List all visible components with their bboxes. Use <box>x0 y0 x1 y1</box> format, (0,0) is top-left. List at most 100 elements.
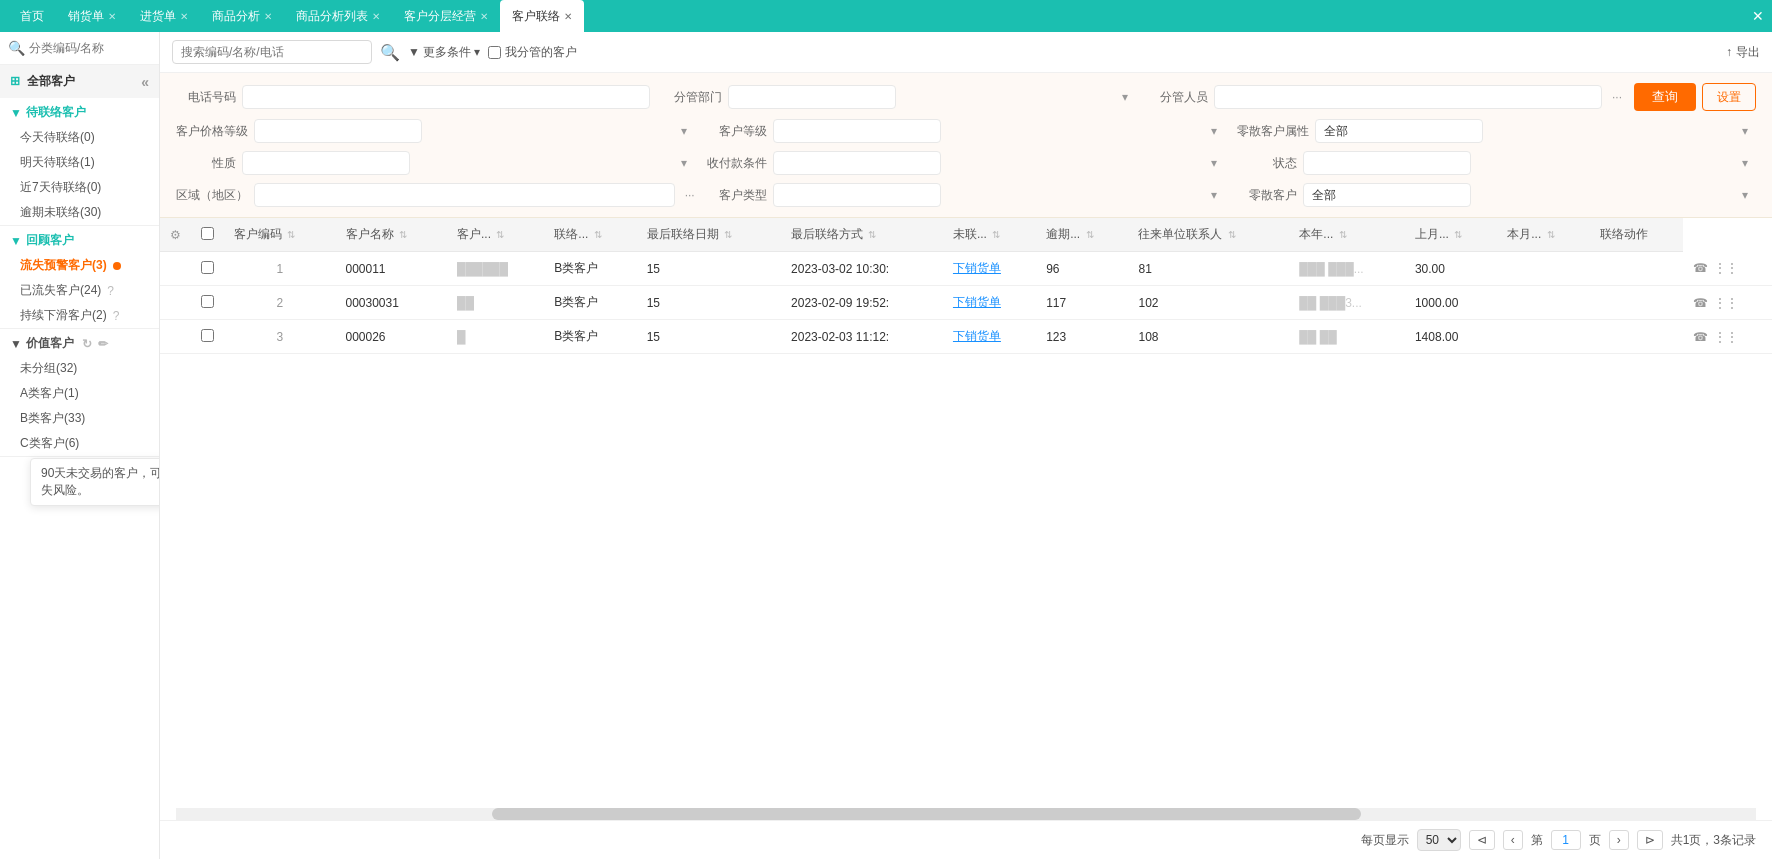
tab-purchase[interactable]: 进货单 ✕ <box>128 0 200 32</box>
page-number-input[interactable] <box>1551 830 1581 850</box>
sort-icon[interactable]: ⇅ <box>1086 229 1094 240</box>
page-size-select[interactable]: 50 <box>1417 829 1461 851</box>
scrollbar-thumb[interactable] <box>492 808 1361 820</box>
sidebar-item-7days[interactable]: 近7天待联络(0) <box>0 175 159 200</box>
sidebar-item-churned[interactable]: 已流失客户(24) ? <box>0 278 159 303</box>
row-checkbox[interactable] <box>201 295 214 308</box>
my-customers-checkbox-label[interactable]: 我分管的客户 <box>488 44 577 61</box>
row-this-year: 1000.00 <box>1405 286 1497 320</box>
last-page-button[interactable]: ⊳ <box>1637 830 1663 850</box>
horizontal-scrollbar[interactable] <box>176 808 1756 820</box>
next-page-button[interactable]: › <box>1609 830 1629 850</box>
sort-icon[interactable]: ⇅ <box>1339 229 1347 240</box>
sidebar-item-overdue[interactable]: 逾期未联络(30) <box>0 200 159 225</box>
sidebar-item-c-class[interactable]: C类客户(6) <box>0 431 159 456</box>
query-button[interactable]: 查询 <box>1634 83 1696 111</box>
sidebar-search-input[interactable] <box>29 41 160 55</box>
zero-attr-select[interactable] <box>1315 119 1483 143</box>
window-close-button[interactable]: ✕ <box>1752 8 1764 24</box>
my-customers-checkbox[interactable] <box>488 46 501 59</box>
gender-select[interactable] <box>242 151 410 175</box>
sort-icon[interactable]: ⇅ <box>287 229 295 240</box>
phone-input[interactable] <box>242 85 650 109</box>
payment-select[interactable] <box>773 151 941 175</box>
sidebar-item-a-class[interactable]: A类客户(1) <box>0 381 159 406</box>
col-settings[interactable]: ⚙ <box>160 218 191 252</box>
settings-button[interactable]: 设置 <box>1702 83 1756 111</box>
adv-filter-row-2: 客户价格等级 ▾ 客户等级 ▾ 零散客户属性 <box>176 119 1756 143</box>
export-button[interactable]: ↑ 导出 <box>1726 44 1760 61</box>
row-checkbox[interactable] <box>201 329 214 342</box>
sort-icon[interactable]: ⇅ <box>1454 229 1462 240</box>
row-last-contact-date: 2023-02-09 19:52: <box>781 286 943 320</box>
row-checkbox[interactable] <box>201 261 214 274</box>
close-icon[interactable]: ✕ <box>108 11 116 22</box>
sort-icon[interactable]: ⇅ <box>399 229 407 240</box>
more-action-icon[interactable]: ⋮⋮ <box>1714 330 1738 344</box>
sidebar-item-today[interactable]: 今天待联络(0) <box>0 125 159 150</box>
filter-bar-right: ↑ 导出 <box>1726 44 1760 61</box>
more-icon[interactable]: ··· <box>1612 90 1622 104</box>
prev-page-button[interactable]: ‹ <box>1503 830 1523 850</box>
tab-sales[interactable]: 销货单 ✕ <box>56 0 128 32</box>
customer-level-select[interactable] <box>773 119 941 143</box>
edit-icon[interactable]: ✏ <box>98 337 108 351</box>
row-actions[interactable]: ☎ ⋮⋮ <box>1683 320 1772 354</box>
sort-icon[interactable]: ⇅ <box>1547 229 1555 240</box>
sort-icon[interactable]: ⇅ <box>1228 229 1236 240</box>
row-actions[interactable]: ☎ ⋮⋮ <box>1683 286 1772 320</box>
dept-select[interactable] <box>728 85 896 109</box>
select-all-checkbox[interactable] <box>201 227 214 240</box>
close-icon[interactable]: ✕ <box>564 11 572 22</box>
contact-icon[interactable]: ☎ <box>1693 330 1708 344</box>
person-input[interactable] <box>1214 85 1602 109</box>
contact-icon[interactable]: ☎ <box>1693 261 1708 275</box>
refresh-icon[interactable]: ↻ <box>82 337 92 351</box>
sidebar-item-b-class[interactable]: B类客户(33) <box>0 406 159 431</box>
status-select-wrapper: ▾ <box>1303 151 1756 175</box>
row-last-contact-method[interactable]: 下销货单 <box>943 286 1036 320</box>
close-icon[interactable]: ✕ <box>372 11 380 22</box>
sidebar-collapse-button[interactable]: « <box>141 74 149 90</box>
tab-product-analysis[interactable]: 商品分析 ✕ <box>200 0 284 32</box>
row-last-month <box>1497 252 1589 286</box>
tab-home[interactable]: 首页 <box>8 0 56 32</box>
sort-icon[interactable]: ⇅ <box>496 229 504 240</box>
sidebar-item-churn-warning[interactable]: 流失预警客户(3) <box>0 253 159 278</box>
zero-customer-select[interactable] <box>1303 183 1471 207</box>
area-input[interactable] <box>254 183 675 207</box>
sidebar-item-declining[interactable]: 持续下滑客户(2) ? <box>0 303 159 328</box>
sort-icon[interactable]: ⇅ <box>992 229 1000 240</box>
sidebar-item-tomorrow[interactable]: 明天待联络(1) <box>0 150 159 175</box>
sort-icon[interactable]: ⇅ <box>724 229 732 240</box>
chevron-down-icon: ▾ <box>1742 156 1748 170</box>
area-more-icon[interactable]: ··· <box>685 188 695 202</box>
sort-icon[interactable]: ⇅ <box>594 229 602 240</box>
close-icon[interactable]: ✕ <box>480 11 488 22</box>
status-select[interactable] <box>1303 151 1471 175</box>
close-icon[interactable]: ✕ <box>180 11 188 22</box>
search-button[interactable]: 🔍 <box>380 43 400 62</box>
row-last-contact-method[interactable]: 下销货单 <box>943 320 1036 354</box>
first-page-button[interactable]: ⊲ <box>1469 830 1495 850</box>
close-icon[interactable]: ✕ <box>264 11 272 22</box>
tab-customer-contact[interactable]: 客户联络 ✕ <box>500 0 584 32</box>
sidebar: 🔍 ⊞ 全部客户 « ▼ 待联络客户 今天待联络(0) 明天待联络(1) 近7天… <box>0 32 160 859</box>
more-conditions-button[interactable]: ▼ 更多条件 ▾ <box>408 44 480 61</box>
sidebar-group-label-pending[interactable]: ▼ 待联络客户 <box>0 98 159 125</box>
customer-type-select[interactable] <box>773 183 941 207</box>
contact-icon[interactable]: ☎ <box>1693 296 1708 310</box>
search-input[interactable] <box>172 40 372 64</box>
tab-product-analysis-list[interactable]: 商品分析列表 ✕ <box>284 0 392 32</box>
more-action-icon[interactable]: ⋮⋮ <box>1714 261 1738 275</box>
sidebar-group-label-value[interactable]: ▼ 价值客户 ↻ ✏ <box>0 329 159 356</box>
row-last-contact-method[interactable]: 下销货单 <box>943 252 1036 286</box>
price-level-select[interactable] <box>254 119 422 143</box>
sidebar-group-label-review[interactable]: ▼ 回顾客户 <box>0 226 159 253</box>
more-action-icon[interactable]: ⋮⋮ <box>1714 296 1738 310</box>
sidebar-item-ungroup[interactable]: 未分组(32) <box>0 356 159 381</box>
sort-icon[interactable]: ⇅ <box>868 229 876 240</box>
tab-customer-segment[interactable]: 客户分层经营 ✕ <box>392 0 500 32</box>
row-actions[interactable]: ☎ ⋮⋮ <box>1683 252 1772 286</box>
zero-attr-label: 零散客户属性 <box>1237 123 1309 140</box>
